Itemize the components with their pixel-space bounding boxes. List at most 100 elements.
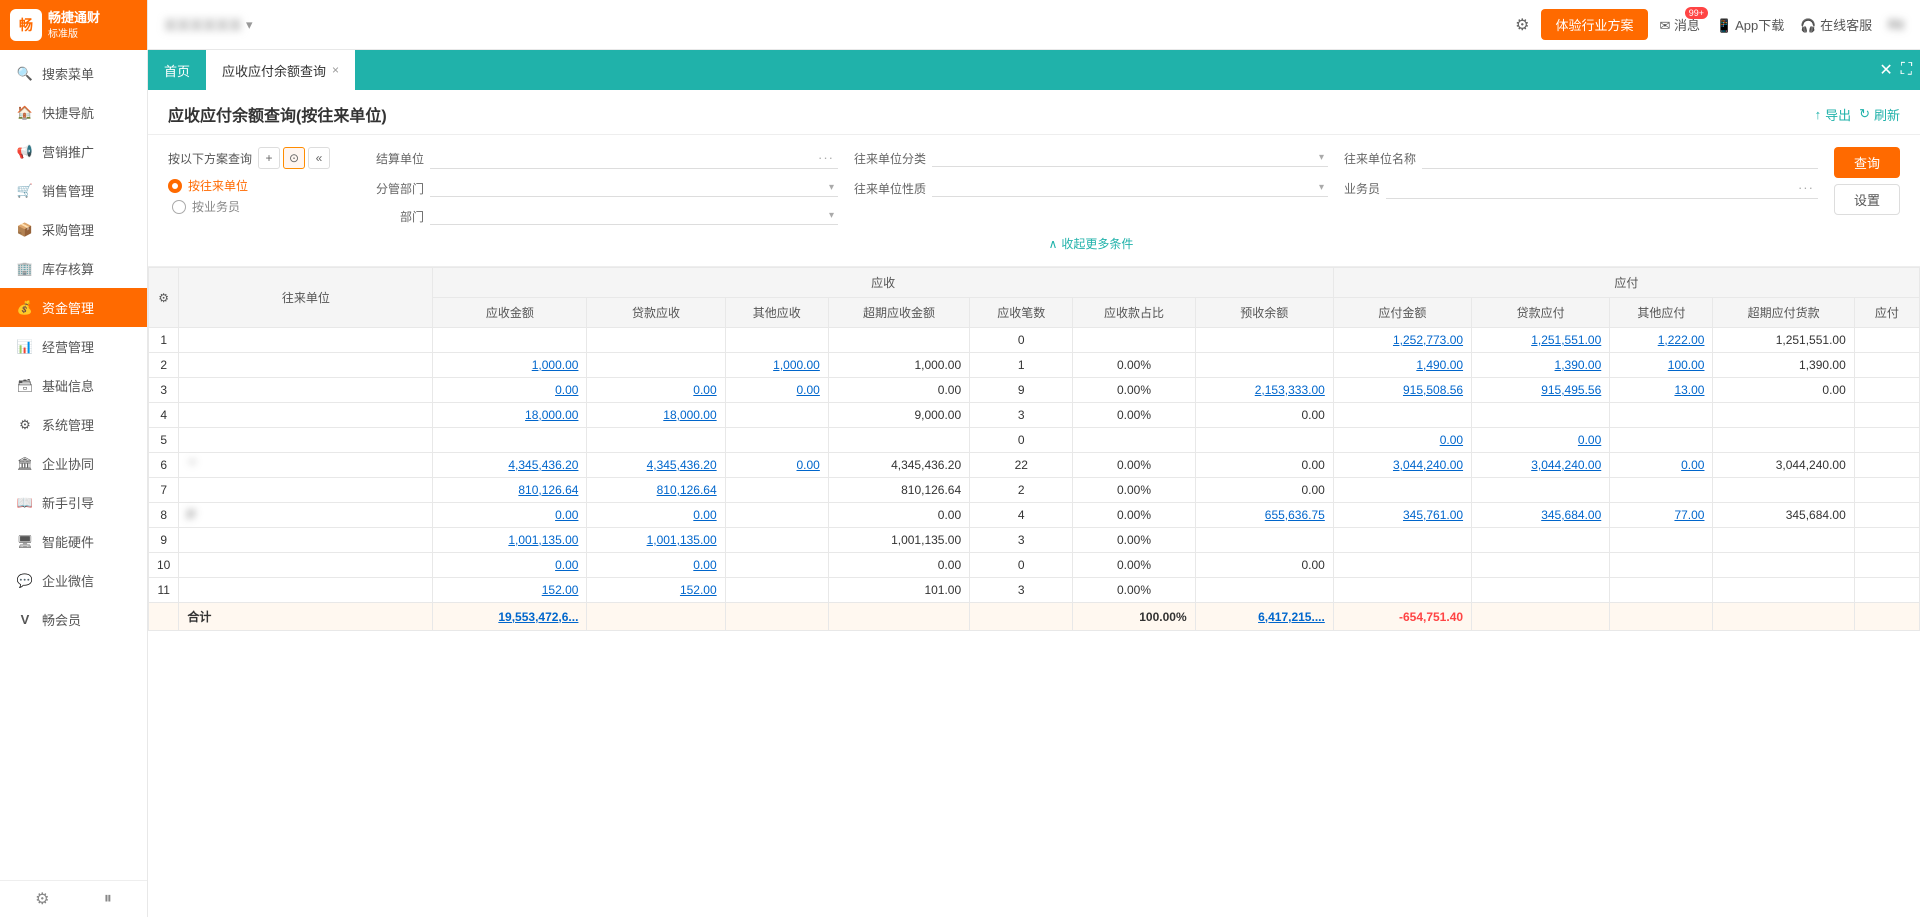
sidebar-item-operations[interactable]: 📊 经营管理 <box>0 327 147 366</box>
sidebar-item-wechat[interactable]: 💬 企业微信 <box>0 561 147 600</box>
marketing-icon: 📢 <box>16 143 34 161</box>
online-service-btn[interactable]: 🎧 在线客服 <box>1800 15 1872 34</box>
main-area: 某某某某某某 ▾ ⚙ 体验行业方案 ✉ 消息 99+ 📱 App下载 🎧 在线客… <box>148 0 1920 917</box>
sidebar-item-finance[interactable]: 💰 资金管理 <box>0 288 147 327</box>
scheme-by-staff[interactable]: 按业务员 <box>168 198 348 215</box>
sidebar-item-system[interactable]: ⚙ 系统管理 <box>0 405 147 444</box>
ap-group-header: 应付 <box>1333 268 1919 298</box>
partner-name-input[interactable] <box>1426 151 1814 165</box>
salesperson-dots-btn[interactable]: ··· <box>1798 180 1814 195</box>
scheme-settings-btn[interactable]: ⊙ <box>283 147 305 169</box>
sidebar-item-marketing[interactable]: 📢 营销推广 <box>0 132 147 171</box>
query-btn[interactable]: 查询 <box>1834 147 1900 178</box>
filter-area: 按以下方案查询 + ⊙ « 按往来单位 <box>148 135 1920 267</box>
member-icon: V <box>16 611 34 629</box>
tab-close-btn[interactable]: × <box>332 63 339 77</box>
tab-maximize-btn[interactable]: ⛶ <box>1901 61 1912 79</box>
table-header-group: ⚙ 往来单位 应收 应付 <box>149 268 1920 298</box>
dept-label: 部门 <box>364 208 424 225</box>
sidebar-item-purchase[interactable]: 📦 采购管理 <box>0 210 147 249</box>
logo-sub: 标准版 <box>48 25 100 40</box>
notification-icon: ✉ <box>1660 18 1671 33</box>
tab-close-all-btn[interactable]: ✕ <box>1879 60 1892 80</box>
jiesuan-unit-input[interactable] <box>434 151 818 165</box>
scheme-label: 按以下方案查询 <box>168 150 252 167</box>
tab-bar: 首页 应收应付余额查询 × ✕ ⛶ <box>148 50 1920 90</box>
inventory-icon: 🏢 <box>16 260 34 278</box>
notification-btn[interactable]: ✉ 消息 99+ <box>1660 15 1701 34</box>
table-row: 100.000.000.0000.00%0.00 <box>149 553 1920 578</box>
footer-ar-amount[interactable]: 19,553,472,6... <box>433 603 587 631</box>
salesperson-label: 业务员 <box>1344 180 1380 197</box>
purchase-icon: 📦 <box>16 221 34 239</box>
set-btn[interactable]: 设置 <box>1834 184 1900 215</box>
table-row: 8P0.000.000.0040.00%655,636.75345,761.00… <box>149 503 1920 528</box>
user-avatar[interactable]: Rit <box>1888 17 1904 32</box>
export-btn[interactable]: ↑ 导出 <box>1815 105 1852 124</box>
collapse-more-btn[interactable]: ∧ 收起更多条件 <box>364 233 1818 254</box>
dept-chevron: ▾ <box>829 210 834 221</box>
ar-other-header: 其他应收 <box>725 298 828 328</box>
partner-nature-chevron: ▾ <box>1319 182 1324 193</box>
gear-icon[interactable]: ⚙ <box>1515 15 1529 35</box>
corp-icon: 🏛 <box>16 455 34 473</box>
footer-ap-overdue <box>1713 603 1854 631</box>
home-icon: 🏠 <box>16 104 34 122</box>
sidebar-item-guide[interactable]: 📖 新手引导 <box>0 483 147 522</box>
page-content: 应收应付余额查询(按往来单位) ↑ 导出 ↻ 刷新 <box>148 90 1920 917</box>
refresh-icon: ↻ <box>1859 106 1870 122</box>
sidebar-item-member[interactable]: V 畅会员 <box>0 600 147 639</box>
scheme-selector: 按以下方案查询 + ⊙ « 按往来单位 <box>168 147 348 215</box>
app-download-btn[interactable]: 📱 App下载 <box>1716 15 1784 34</box>
ar-ratio-header: 应收款占比 <box>1073 298 1195 328</box>
footer-ap-amount: -654,751.40 <box>1333 603 1471 631</box>
operations-icon: 📊 <box>16 338 34 356</box>
sidebar-item-inventory[interactable]: 🏢 库存核算 <box>0 249 147 288</box>
scheme-by-unit[interactable]: 按往来单位 <box>168 177 348 194</box>
phone-icon: 📱 <box>1716 18 1732 33</box>
breadcrumb-dropdown[interactable]: ▾ <box>246 17 253 33</box>
tab-ar-ap[interactable]: 应收应付余额查询 × <box>206 50 355 90</box>
table-row: 30.000.000.000.0090.00%2,153,333.00915,5… <box>149 378 1920 403</box>
settings-col-header[interactable]: ⚙ <box>149 268 179 328</box>
sidebar: 畅 畅捷通财 标准版 🔍 搜索菜单 🏠 快捷导航 📢 营销推广 🛒 销售 <box>0 0 148 917</box>
sidebar-item-search[interactable]: 🔍 搜索菜单 <box>0 54 147 93</box>
tab-bar-actions: ✕ ⛶ <box>1879 60 1920 80</box>
fenguan-dept-label: 分管部门 <box>364 180 424 197</box>
table-row: 21,000.001,000.001,000.0010.00%1,490.001… <box>149 353 1920 378</box>
page-actions: ↑ 导出 ↻ 刷新 <box>1815 105 1900 124</box>
headset-icon: 🎧 <box>1800 18 1816 33</box>
settings-footer-btn[interactable]: ⚙ <box>35 889 49 909</box>
footer-ar-prepay[interactable]: 6,417,215.... <box>1195 603 1333 631</box>
collapse-footer-btn[interactable]: ⏸ <box>104 890 112 908</box>
footer-row: 合计 19,553,472,6... 100.00% 6,417,215....… <box>149 603 1920 631</box>
table-footer: 合计 19,553,472,6... 100.00% 6,417,215....… <box>149 603 1920 631</box>
footer-ar-loan <box>587 603 725 631</box>
export-icon: ↑ <box>1815 107 1822 122</box>
search-icon: 🔍 <box>16 65 34 83</box>
breadcrumb: 某某某某某某 ▾ <box>164 15 1503 34</box>
sidebar-menu: 🔍 搜索菜单 🏠 快捷导航 📢 营销推广 🛒 销售管理 📦 采购管理 🏢 <box>0 50 147 880</box>
scheme-add-btn[interactable]: + <box>258 147 280 169</box>
sidebar-item-sales[interactable]: 🛒 销售管理 <box>0 171 147 210</box>
table-row: 500.000.00 <box>149 428 1920 453</box>
jiesuan-dots-btn[interactable]: ··· <box>818 150 834 165</box>
ap-overdue-header: 超期应付货款 <box>1713 298 1854 328</box>
sidebar-item-corp[interactable]: 🏛 企业协同 <box>0 444 147 483</box>
table-body: 101,252,773.001,251,551.001,222.001,251,… <box>149 328 1920 603</box>
scheme-collapse-btn[interactable]: « <box>308 147 330 169</box>
tab-home[interactable]: 首页 <box>148 50 206 90</box>
table-row: 11152.00152.00101.0030.00% <box>149 578 1920 603</box>
refresh-btn[interactable]: ↻ 刷新 <box>1859 105 1900 124</box>
sidebar-footer: ⚙ ⏸ <box>0 880 147 917</box>
ap-other-header: 其他应付 <box>1610 298 1713 328</box>
sidebar-item-hardware[interactable]: 🖥 智能硬件 <box>0 522 147 561</box>
footer-ap-cont <box>1854 603 1919 631</box>
partner-name-label: 往来单位名称 <box>1344 150 1416 167</box>
sidebar-item-quicknav[interactable]: 🏠 快捷导航 <box>0 93 147 132</box>
sidebar-item-basic[interactable]: 🗃 基础信息 <box>0 366 147 405</box>
guide-icon: 📖 <box>16 494 34 512</box>
ar-prepay-header: 预收余额 <box>1195 298 1333 328</box>
industry-btn[interactable]: 体验行业方案 <box>1541 9 1647 40</box>
salesperson-input[interactable] <box>1390 181 1798 195</box>
